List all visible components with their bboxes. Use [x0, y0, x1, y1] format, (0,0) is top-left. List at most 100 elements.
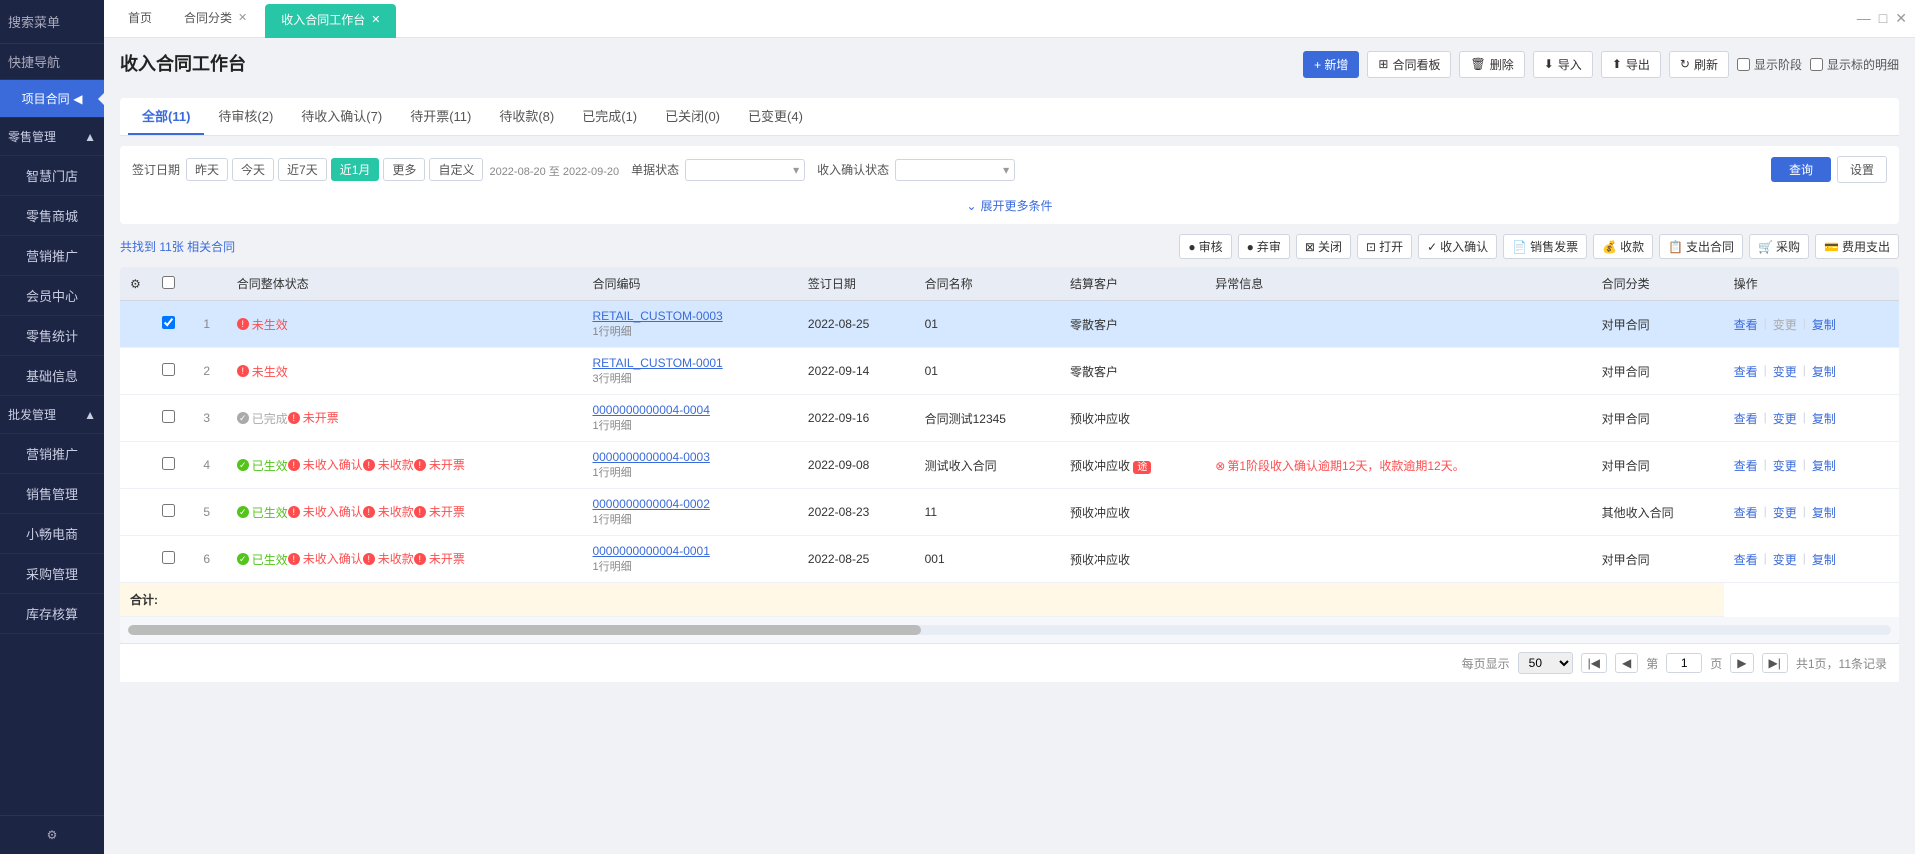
sidebar-item-retail-stat[interactable]: 零售统计	[0, 316, 104, 356]
expense-button[interactable]: 💳 费用支出	[1815, 234, 1899, 259]
row-checkbox-cell[interactable]	[151, 301, 187, 348]
row-checkbox-cell[interactable]	[151, 348, 187, 395]
export-button[interactable]: ⬆ 导出	[1601, 51, 1661, 78]
tab-income-workbench[interactable]: 收入合同工作台 ✕	[265, 4, 396, 38]
page-number-input[interactable]	[1666, 653, 1702, 673]
row-checkbox[interactable]	[162, 316, 175, 329]
date-btn-today[interactable]: 今天	[232, 158, 274, 181]
filter-tab-pending-confirm[interactable]: 待收入确认(7)	[287, 98, 396, 135]
copy-link[interactable]: 复制	[1812, 410, 1836, 427]
col-settings[interactable]: ⚙	[120, 267, 151, 301]
contract-code-link[interactable]: RETAIL_CUSTOM-0001	[592, 356, 722, 370]
row-checkbox-cell[interactable]	[151, 489, 187, 536]
row-checkbox[interactable]	[162, 504, 175, 517]
sidebar-item-sales-mgmt[interactable]: 销售管理	[0, 474, 104, 514]
filter-tab-changed[interactable]: 已变更(4)	[734, 98, 817, 135]
set-button[interactable]: 设置	[1837, 156, 1887, 183]
close-tab-contract-cat[interactable]: ✕	[238, 11, 247, 24]
change-link[interactable]: 变更	[1773, 363, 1797, 380]
contract-code-link[interactable]: 0000000000004-0004	[592, 403, 709, 417]
row-checkbox-cell[interactable]	[151, 536, 187, 583]
sidebar-quick-nav[interactable]: 快捷导航	[0, 44, 104, 80]
expand-conditions-button[interactable]: ⌄ 展开更多条件	[966, 197, 1052, 214]
change-link[interactable]: 变更	[1773, 551, 1797, 568]
purchase-button[interactable]: 🛒 采购	[1749, 234, 1809, 259]
copy-link[interactable]: 复制	[1812, 457, 1836, 474]
first-page-button[interactable]: |◀	[1581, 653, 1607, 673]
row-checkbox[interactable]	[162, 551, 175, 564]
contract-code-link[interactable]: 0000000000004-0001	[592, 544, 709, 558]
filter-tab-pending-review[interactable]: 待审核(2)	[204, 98, 287, 135]
change-link[interactable]: 变更	[1773, 410, 1797, 427]
sales-invoice-button[interactable]: 📄 销售发票	[1503, 234, 1587, 259]
sidebar-item-smart-store[interactable]: 智慧门店	[0, 156, 104, 196]
sidebar-item-base-info[interactable]: 基础信息	[0, 356, 104, 396]
view-link[interactable]: 查看	[1734, 410, 1758, 427]
row-code[interactable]: 0000000000004-0001 1行明细	[582, 536, 797, 583]
row-code[interactable]: 0000000000004-0002 1行明细	[582, 489, 797, 536]
row-checkbox-cell[interactable]	[151, 442, 187, 489]
row-code[interactable]: 0000000000004-0003 1行明细	[582, 442, 797, 489]
refresh-button[interactable]: ↻ 刷新	[1669, 51, 1729, 78]
contract-board-button[interactable]: ⊞ 合同看板	[1367, 51, 1451, 78]
view-link[interactable]: 查看	[1734, 316, 1758, 333]
scrollbar-thumb[interactable]	[128, 625, 921, 635]
view-link[interactable]: 查看	[1734, 504, 1758, 521]
filter-tab-completed[interactable]: 已完成(1)	[568, 98, 651, 135]
page-size-select[interactable]: 50 10 20 100	[1518, 652, 1573, 674]
contract-code-link[interactable]: RETAIL_CUSTOM-0003	[592, 309, 722, 323]
row-checkbox[interactable]	[162, 410, 175, 423]
change-link[interactable]: 变更	[1773, 504, 1797, 521]
horizontal-scrollbar[interactable]	[128, 625, 1891, 635]
sidebar-item-inventory[interactable]: 库存核算	[0, 594, 104, 634]
tab-contract-cat[interactable]: 合同分类 ✕	[168, 0, 263, 38]
add-button[interactable]: + 新增	[1303, 51, 1359, 78]
sidebar-item-member[interactable]: 会员中心	[0, 276, 104, 316]
abandon-review-button[interactable]: ● 弃审	[1238, 234, 1290, 259]
view-link[interactable]: 查看	[1734, 551, 1758, 568]
delete-button[interactable]: 🗑 删除	[1459, 51, 1524, 78]
review-button[interactable]: ● 审核	[1179, 234, 1231, 259]
sidebar-item-marketing[interactable]: 营销推广	[0, 236, 104, 276]
next-page-button[interactable]: ▶	[1730, 653, 1753, 673]
tab-home[interactable]: 首页	[112, 0, 168, 38]
show-details-checkbox[interactable]: 显示标的明细	[1810, 56, 1899, 73]
sidebar-item-marketing2[interactable]: 营销推广	[0, 434, 104, 474]
row-code[interactable]: RETAIL_CUSTOM-0001 3行明细	[582, 348, 797, 395]
income-confirm-select[interactable]	[895, 159, 1015, 181]
close-tab-income-workbench[interactable]: ✕	[371, 13, 380, 26]
query-button[interactable]: 查询	[1771, 157, 1831, 182]
change-link[interactable]: 变更	[1773, 457, 1797, 474]
sidebar-item-batch-mgmt[interactable]: 批发管理 ▲	[0, 396, 104, 434]
copy-link[interactable]: 复制	[1812, 363, 1836, 380]
date-btn-1month[interactable]: 近1月	[331, 158, 380, 181]
select-all-checkbox[interactable]	[162, 276, 175, 289]
close-window-icon[interactable]: ✕	[1895, 10, 1907, 27]
filter-tab-pending-invoice[interactable]: 待开票(11)	[396, 98, 485, 135]
date-btn-custom[interactable]: 自定义	[429, 158, 483, 181]
copy-link[interactable]: 复制	[1812, 551, 1836, 568]
change-link[interactable]: 变更	[1773, 316, 1797, 333]
copy-link[interactable]: 复制	[1812, 316, 1836, 333]
close-contract-button[interactable]: ⊠ 关闭	[1296, 234, 1351, 259]
row-code[interactable]: RETAIL_CUSTOM-0003 1行明细	[582, 301, 797, 348]
copy-link[interactable]: 复制	[1812, 504, 1836, 521]
filter-tab-pending-collection[interactable]: 待收款(8)	[485, 98, 568, 135]
view-link[interactable]: 查看	[1734, 457, 1758, 474]
open-contract-button[interactable]: ⊡ 打开	[1357, 234, 1412, 259]
row-checkbox[interactable]	[162, 457, 175, 470]
row-checkbox-cell[interactable]	[151, 395, 187, 442]
sidebar-item-retail-mall[interactable]: 零售商城	[0, 196, 104, 236]
contract-code-link[interactable]: 0000000000004-0003	[592, 450, 709, 464]
last-page-button[interactable]: ▶|	[1762, 653, 1788, 673]
row-code[interactable]: 0000000000004-0004 1行明细	[582, 395, 797, 442]
sidebar-item-purchase[interactable]: 采购管理	[0, 554, 104, 594]
row-checkbox[interactable]	[162, 363, 175, 376]
out-contract-button[interactable]: 📋 支出合同	[1659, 234, 1743, 259]
sidebar-item-project[interactable]: 项目合同 ◀	[0, 80, 104, 118]
date-btn-yesterday[interactable]: 昨天	[186, 158, 228, 181]
sidebar-item-xiaochangec[interactable]: 小畅电商	[0, 514, 104, 554]
prev-page-button[interactable]: ◀	[1615, 653, 1638, 673]
sidebar-settings[interactable]: ⚙	[0, 815, 104, 854]
view-link[interactable]: 查看	[1734, 363, 1758, 380]
